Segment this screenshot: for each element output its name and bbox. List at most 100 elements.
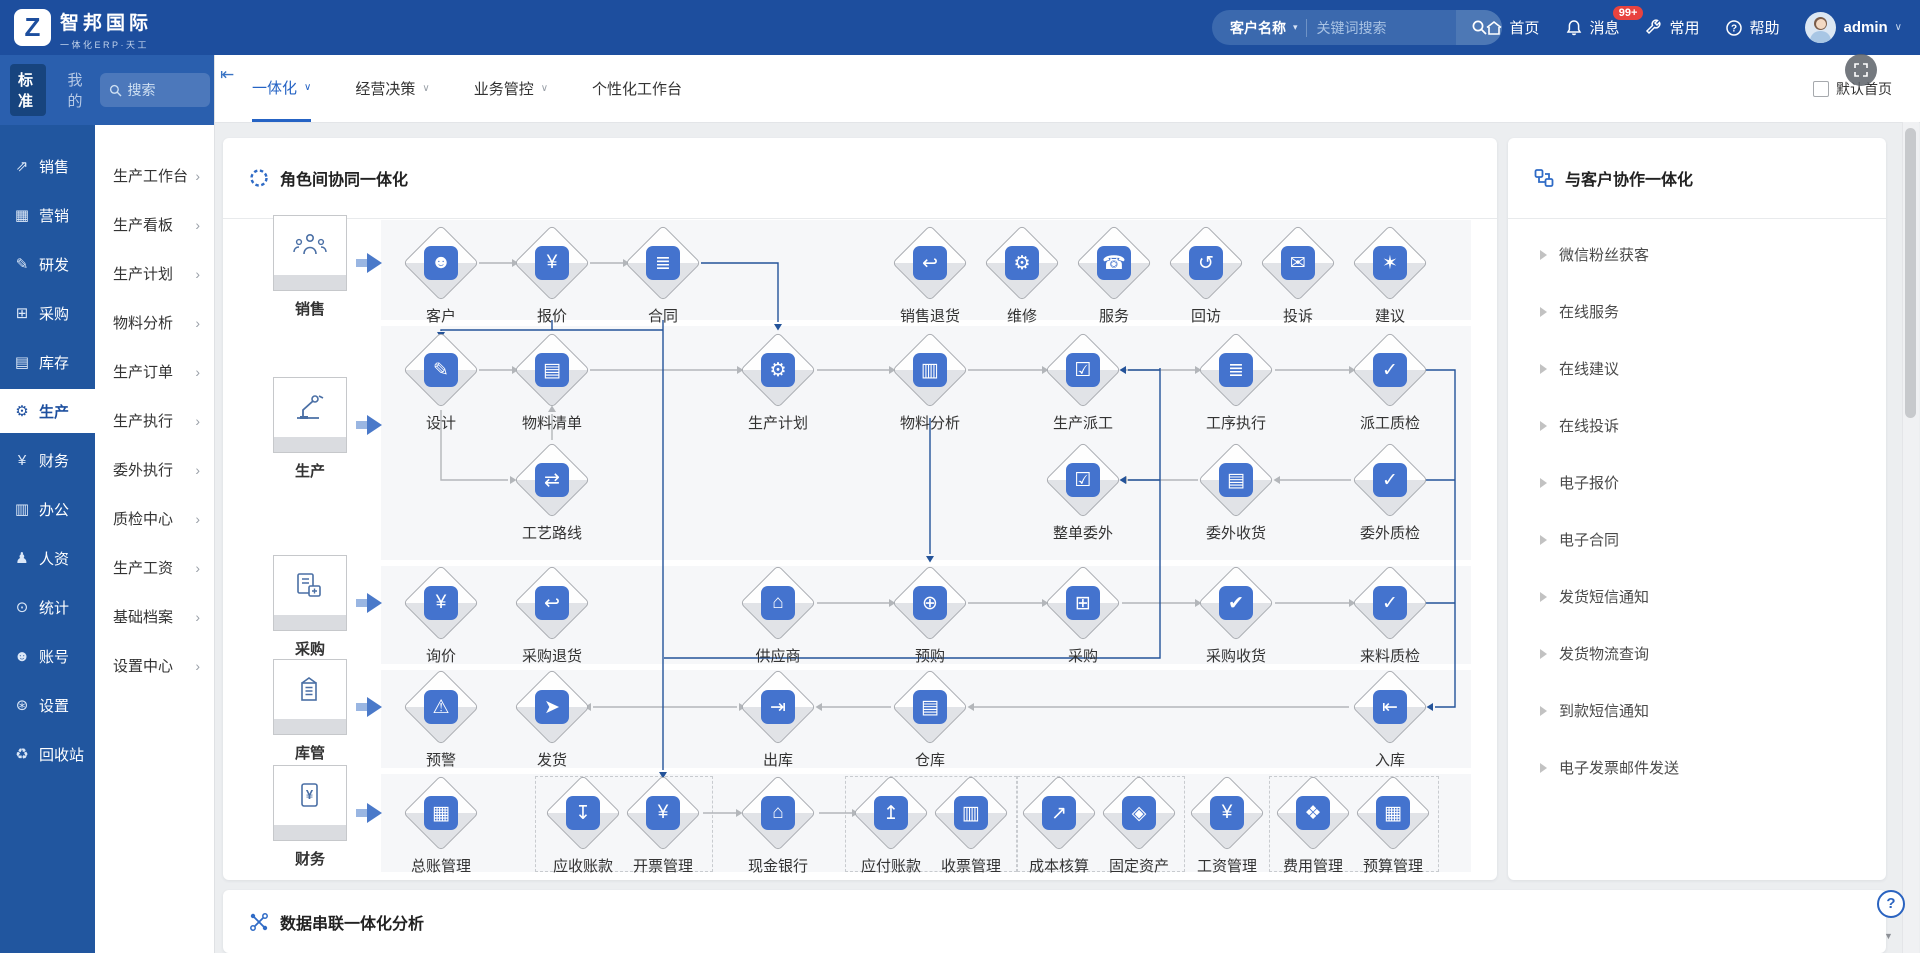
collab-item-发货短信通知[interactable]: 发货短信通知 bbox=[1540, 586, 1649, 607]
submenu-item-基础档案[interactable]: 基础档案› bbox=[95, 592, 214, 641]
search-category-select[interactable]: 客户名称 bbox=[1212, 18, 1286, 38]
diagram-node-合同[interactable]: ≣合同 bbox=[626, 226, 700, 300]
global-search[interactable]: 客户名称 ▾ 关键词搜索 bbox=[1212, 10, 1502, 45]
diagram-node-应收账款[interactable]: ↧应收账款 bbox=[546, 776, 620, 850]
topnav-item-help[interactable]: ?帮助 bbox=[1725, 17, 1779, 38]
diagram-node-采购退货[interactable]: ↩采购退货 bbox=[515, 566, 589, 640]
scrollbar-thumb[interactable] bbox=[1905, 128, 1916, 418]
diagram-node-销售退货[interactable]: ↩销售退货 bbox=[893, 226, 967, 300]
diagram-node-建议[interactable]: ✶建议 bbox=[1353, 226, 1427, 300]
collab-item-发货物流查询[interactable]: 发货物流查询 bbox=[1540, 643, 1649, 664]
default-home-checkbox[interactable] bbox=[1813, 81, 1829, 97]
diagram-node-维修[interactable]: ⚙维修 bbox=[985, 226, 1059, 300]
submenu-item-物料分析[interactable]: 物料分析› bbox=[95, 298, 214, 347]
diagram-node-设计[interactable]: ✎设计 bbox=[404, 333, 478, 407]
diagram-node-出库[interactable]: ⇥出库 bbox=[741, 670, 815, 744]
submenu-item-生产执行[interactable]: 生产执行› bbox=[95, 396, 214, 445]
sidebar-item-库存[interactable]: ▤库存 bbox=[0, 340, 95, 384]
diagram-node-预算管理[interactable]: ▦预算管理 bbox=[1356, 776, 1430, 850]
diagram-node-入库[interactable]: ⇤入库 bbox=[1353, 670, 1427, 744]
collab-item-在线建议[interactable]: 在线建议 bbox=[1540, 358, 1619, 379]
sidebar-item-研发[interactable]: ✎研发 bbox=[0, 242, 95, 286]
help-float-button[interactable]: ? bbox=[1877, 890, 1905, 918]
tab-个性化工作台[interactable]: 个性化工作台 bbox=[592, 55, 682, 122]
sidebar-item-营销[interactable]: ▦营销 bbox=[0, 193, 95, 237]
diagram-node-派工质检[interactable]: ✓派工质检 bbox=[1353, 333, 1427, 407]
collab-item-微信粉丝获客[interactable]: 微信粉丝获客 bbox=[1540, 244, 1649, 265]
submenu-item-生产计划[interactable]: 生产计划› bbox=[95, 249, 214, 298]
collapse-sidebar-icon[interactable]: ⇤ bbox=[220, 65, 234, 85]
diagram-node-预购[interactable]: ⊕预购 bbox=[893, 566, 967, 640]
diagram-node-回访[interactable]: ↺回访 bbox=[1169, 226, 1243, 300]
submenu-item-生产工资[interactable]: 生产工资› bbox=[95, 543, 214, 592]
diagram-node-预警[interactable]: ⚠预警 bbox=[404, 670, 478, 744]
caret-down-icon[interactable]: ▾ bbox=[1293, 22, 1298, 33]
diagram-node-委外质检[interactable]: ✓委外质检 bbox=[1353, 443, 1427, 517]
sidebar-item-财务[interactable]: ¥财务 bbox=[0, 438, 95, 482]
collab-item-在线投诉[interactable]: 在线投诉 bbox=[1540, 415, 1619, 436]
topnav-item-favorites[interactable]: 常用 bbox=[1645, 17, 1699, 38]
tab-一体化[interactable]: 一体化∨ bbox=[252, 55, 311, 122]
diagram-node-现金银行[interactable]: ⌂现金银行 bbox=[741, 776, 815, 850]
diagram-node-采购[interactable]: ⊞采购 bbox=[1046, 566, 1120, 640]
sidebar-tab-mine[interactable]: 我的 bbox=[60, 64, 96, 116]
diagram-node-开票管理[interactable]: ¥开票管理 bbox=[626, 776, 700, 850]
collab-item-电子发票邮件发送[interactable]: 电子发票邮件发送 bbox=[1540, 757, 1679, 778]
help-collapse-caret[interactable]: ▼ bbox=[1884, 931, 1893, 941]
collab-item-在线服务[interactable]: 在线服务 bbox=[1540, 301, 1619, 322]
diagram-node-物料分析[interactable]: ▥物料分析 bbox=[893, 333, 967, 407]
diagram-node-委外收货[interactable]: ▤委外收货 bbox=[1199, 443, 1273, 517]
submenu-search-box[interactable]: 搜索 bbox=[100, 73, 210, 107]
topnav-item-messages[interactable]: 消息99+ bbox=[1565, 17, 1619, 38]
tab-经营决策[interactable]: 经营决策∨ bbox=[355, 55, 429, 122]
diagram-node-询价[interactable]: ¥询价 bbox=[404, 566, 478, 640]
diagram-node-客户[interactable]: ☻客户 bbox=[404, 226, 478, 300]
submenu-item-委外执行[interactable]: 委外执行› bbox=[95, 445, 214, 494]
diagram-node-成本核算[interactable]: ↗成本核算 bbox=[1022, 776, 1096, 850]
diagram-node-发货[interactable]: ➤发货 bbox=[515, 670, 589, 744]
diagram-node-工艺路线[interactable]: ⇄工艺路线 bbox=[515, 443, 589, 517]
sidebar-item-账号[interactable]: ☻账号 bbox=[0, 634, 95, 678]
diagram-node-仓库[interactable]: ▤仓库 bbox=[893, 670, 967, 744]
diagram-node-报价[interactable]: ¥报价 bbox=[515, 226, 589, 300]
diagram-node-采购收货[interactable]: ✔采购收货 bbox=[1199, 566, 1273, 640]
diagram-node-固定资产[interactable]: ◈固定资产 bbox=[1102, 776, 1176, 850]
sidebar-item-采购[interactable]: ⊞采购 bbox=[0, 291, 95, 335]
sidebar-tab-standard[interactable]: 标准 bbox=[10, 64, 46, 116]
submenu-item-生产看板[interactable]: 生产看板› bbox=[95, 200, 214, 249]
sidebar-item-生产[interactable]: ⚙生产 bbox=[0, 389, 95, 433]
diagram-node-供应商[interactable]: ⌂供应商 bbox=[741, 566, 815, 640]
sidebar-item-人资[interactable]: ♟人资 bbox=[0, 536, 95, 580]
collab-item-到款短信通知[interactable]: 到款短信通知 bbox=[1540, 700, 1649, 721]
diagram-node-生产计划[interactable]: ⚙生产计划 bbox=[741, 333, 815, 407]
topnav-item-home[interactable]: 首页 bbox=[1485, 17, 1539, 38]
diagram-node-工序执行[interactable]: ≣工序执行 bbox=[1199, 333, 1273, 407]
submenu-item-设置中心[interactable]: 设置中心› bbox=[95, 641, 214, 690]
diagram-node-投诉[interactable]: ✉投诉 bbox=[1261, 226, 1335, 300]
page-scrollbar[interactable] bbox=[1902, 122, 1919, 953]
diagram-node-物料清单[interactable]: ▤物料清单 bbox=[515, 333, 589, 407]
diagram-node-费用管理[interactable]: ❖费用管理 bbox=[1276, 776, 1350, 850]
tab-业务管控[interactable]: 业务管控∨ bbox=[474, 55, 548, 122]
diagram-node-生产派工[interactable]: ☑生产派工 bbox=[1046, 333, 1120, 407]
submenu-search[interactable]: 搜索 bbox=[95, 55, 214, 125]
sidebar-item-销售[interactable]: ⇗销售 bbox=[0, 144, 95, 188]
submenu-item-生产工作台[interactable]: 生产工作台› bbox=[95, 151, 214, 200]
collab-item-电子合同[interactable]: 电子合同 bbox=[1540, 529, 1619, 550]
submenu-item-生产订单[interactable]: 生产订单› bbox=[95, 347, 214, 396]
diagram-node-工资管理[interactable]: ¥工资管理 bbox=[1190, 776, 1264, 850]
diagram-node-来料质检[interactable]: ✓来料质检 bbox=[1353, 566, 1427, 640]
fullscreen-button[interactable] bbox=[1845, 54, 1877, 86]
sidebar-item-设置[interactable]: ⊛设置 bbox=[0, 683, 95, 727]
diagram-node-整单委外[interactable]: ☑整单委外 bbox=[1046, 443, 1120, 517]
diagram-node-应付账款[interactable]: ↥应付账款 bbox=[854, 776, 928, 850]
submenu-item-质检中心[interactable]: 质检中心› bbox=[95, 494, 214, 543]
diagram-node-总账管理[interactable]: ▦总账管理 bbox=[404, 776, 478, 850]
collab-item-电子报价[interactable]: 电子报价 bbox=[1540, 472, 1619, 493]
diagram-node-服务[interactable]: ☎服务 bbox=[1077, 226, 1151, 300]
sidebar-item-办公[interactable]: ▥办公 bbox=[0, 487, 95, 531]
sidebar-item-回收站[interactable]: ♻回收站 bbox=[0, 732, 95, 776]
user-menu[interactable]: admin∨ bbox=[1805, 12, 1902, 43]
sidebar-item-统计[interactable]: ⊙统计 bbox=[0, 585, 95, 629]
search-input[interactable]: 关键词搜索 bbox=[1307, 18, 1456, 38]
